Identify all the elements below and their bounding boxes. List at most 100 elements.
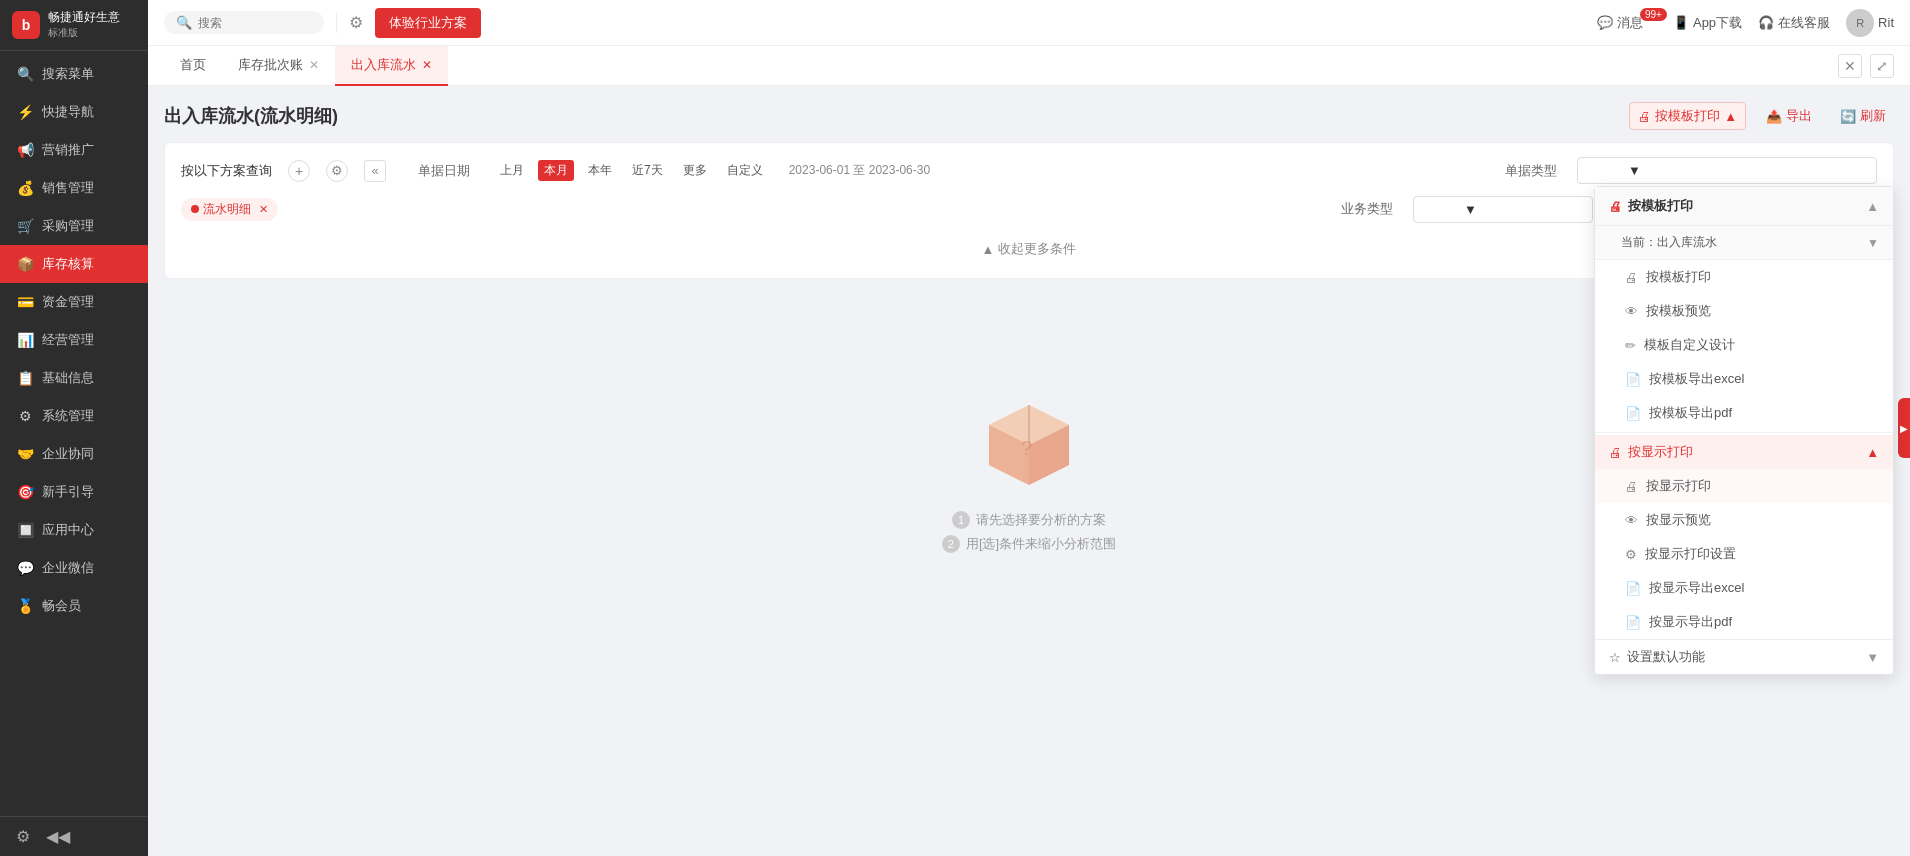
- date-range-display: 2023-06-01 至 2023-06-30: [789, 162, 930, 179]
- sidebar-item-operations[interactable]: 📊 经营管理: [0, 321, 148, 359]
- app-download-button[interactable]: 📱 App下载: [1673, 14, 1742, 32]
- chevron-up-icon: ▲: [1724, 109, 1737, 124]
- topbar-search-box[interactable]: 🔍: [164, 11, 324, 34]
- tab-expand-btn[interactable]: ⤢: [1870, 54, 1894, 78]
- date-shortcut-last-month[interactable]: 上月: [494, 160, 530, 181]
- system-nav-icon: ⚙: [16, 407, 34, 425]
- refresh-button[interactable]: 🔄 刷新: [1832, 103, 1894, 129]
- hint-text-2: 用[选]条件来缩小分析范围: [966, 535, 1116, 553]
- sidebar-item-search[interactable]: 🔍 搜索菜单: [0, 55, 148, 93]
- tab-flow[interactable]: 出入库流水 ✕: [335, 46, 448, 86]
- preview-icon: 👁: [1625, 304, 1638, 319]
- settings-bottom-icon[interactable]: ⚙: [16, 827, 30, 846]
- purchase-nav-icon: 🛒: [16, 217, 34, 235]
- user-initial: R: [1856, 17, 1864, 29]
- sidebar-item-finance[interactable]: 💳 资金管理: [0, 283, 148, 321]
- current-label: 当前：出入库流水: [1621, 234, 1717, 251]
- sidebar-item-inventory[interactable]: 📦 库存核算: [0, 245, 148, 283]
- sidebar: b 畅捷通好生意 标准版 🔍 搜索菜单 ⚡ 快捷导航 📢 营销推广 💰 销售管理…: [0, 0, 148, 856]
- search-nav-icon: 🔍: [16, 65, 34, 83]
- doc-type-select[interactable]: ▼: [1577, 157, 1877, 184]
- customer-service-label: 在线客服: [1778, 14, 1830, 32]
- page-content: 出入库流水(流水明细) 🖨 按模板打印 ▲ 📤 导出 🔄 刷新: [148, 86, 1910, 856]
- page-title: 出入库流水(流水明细): [164, 104, 338, 128]
- filter-collapse-button[interactable]: «: [364, 160, 386, 182]
- tab-close-all-btn[interactable]: ✕: [1838, 54, 1862, 78]
- template-export-excel-item[interactable]: 📄 按模板导出excel: [1595, 362, 1893, 396]
- dropdown-footer[interactable]: ☆ 设置默认功能 ▼: [1595, 639, 1893, 674]
- search-input[interactable]: [198, 16, 312, 30]
- template-preview-item[interactable]: 👁 按模板预览: [1595, 294, 1893, 328]
- date-shortcut-this-year[interactable]: 本年: [582, 160, 618, 181]
- display-print-item[interactable]: 🖨 按显示打印: [1595, 469, 1893, 503]
- display-preview-item[interactable]: 👁 按显示预览: [1595, 503, 1893, 537]
- filter-tag-close[interactable]: ✕: [259, 203, 268, 216]
- apps-nav-icon: 🔲: [16, 521, 34, 539]
- print-template-label: 按模板打印: [1655, 107, 1720, 125]
- print-template-button[interactable]: 🖨 按模板打印 ▲: [1629, 102, 1746, 130]
- default-function-label: 设置默认功能: [1627, 648, 1705, 666]
- filter-tag[interactable]: 流水明细 ✕: [181, 198, 278, 221]
- display-export-excel-item[interactable]: 📄 按显示导出excel: [1595, 571, 1893, 605]
- page-header: 出入库流水(流水明细) 🖨 按模板打印 ▲ 📤 导出 🔄 刷新: [164, 102, 1894, 130]
- sidebar-item-member[interactable]: 🏅 畅会员: [0, 587, 148, 625]
- user-avatar-area[interactable]: R Rit: [1846, 9, 1894, 37]
- topbar-divider: [336, 13, 337, 33]
- tab-flow-close[interactable]: ✕: [422, 59, 432, 71]
- empty-hint-1: 1 请先选择要分析的方案: [952, 511, 1106, 529]
- message-button[interactable]: 💬 消息 99+: [1597, 14, 1657, 32]
- filter-add-button[interactable]: +: [288, 160, 310, 182]
- sidebar-item-guide[interactable]: 🎯 新手引导: [0, 473, 148, 511]
- sidebar-item-system[interactable]: ⚙ 系统管理: [0, 397, 148, 435]
- sidebar-item-purchase[interactable]: 🛒 采购管理: [0, 207, 148, 245]
- topbar-gear-icon[interactable]: ⚙: [349, 13, 363, 32]
- export-button[interactable]: 📤 导出: [1758, 103, 1820, 129]
- right-edge-collapse-btn[interactable]: ▶: [1898, 398, 1910, 458]
- hint-number-2: 2: [942, 535, 960, 553]
- trial-button[interactable]: 体验行业方案: [375, 8, 481, 38]
- sidebar-item-shortcut[interactable]: ⚡ 快捷导航: [0, 93, 148, 131]
- template-custom-item[interactable]: ✏ 模板自定义设计: [1595, 328, 1893, 362]
- date-shortcut-this-month[interactable]: 本月: [538, 160, 574, 181]
- display-export-pdf-item[interactable]: 📄 按显示导出pdf: [1595, 605, 1893, 639]
- sidebar-item-basics[interactable]: 📋 基础信息: [0, 359, 148, 397]
- date-shortcut-more[interactable]: 更多: [677, 160, 713, 181]
- tab-batch[interactable]: 库存批次账 ✕: [222, 46, 335, 86]
- app-edition: 标准版: [48, 26, 120, 40]
- sidebar-item-marketing[interactable]: 📢 营销推广: [0, 131, 148, 169]
- display-print-section[interactable]: 🖨 按显示打印 ▲: [1595, 435, 1893, 469]
- app-logo-icon: b: [12, 11, 40, 39]
- date-shortcut-7days[interactable]: 近7天: [626, 160, 669, 181]
- tab-batch-close[interactable]: ✕: [309, 59, 319, 71]
- collapse-sidebar-icon[interactable]: ◀◀: [46, 827, 70, 846]
- sidebar-item-collab[interactable]: 🤝 企业协同: [0, 435, 148, 473]
- pdf-icon: 📄: [1625, 406, 1641, 421]
- sidebar-item-label: 销售管理: [42, 179, 94, 197]
- customer-service-button[interactable]: 🎧 在线客服: [1758, 14, 1830, 32]
- display-print-settings-item[interactable]: ⚙ 按显示打印设置: [1595, 537, 1893, 571]
- filter-title: 按以下方案查询: [181, 162, 272, 180]
- sidebar-bottom: ⚙ ◀◀: [0, 816, 148, 856]
- sidebar-item-sales[interactable]: 💰 销售管理: [0, 169, 148, 207]
- basics-nav-icon: 📋: [16, 369, 34, 387]
- search-icon: 🔍: [176, 15, 192, 30]
- refresh-icon: 🔄: [1840, 109, 1856, 124]
- sidebar-item-wechat[interactable]: 💬 企业微信: [0, 549, 148, 587]
- tab-home[interactable]: 首页: [164, 46, 222, 86]
- doc-type-chevron: ▼: [1628, 163, 1641, 178]
- filter-tag-label: 流水明细: [203, 201, 251, 218]
- display-excel-icon: 📄: [1625, 581, 1641, 596]
- template-export-pdf-item[interactable]: 📄 按模板导出pdf: [1595, 396, 1893, 430]
- wechat-nav-icon: 💬: [16, 559, 34, 577]
- sidebar-item-apps[interactable]: 🔲 应用中心: [0, 511, 148, 549]
- sidebar-item-label: 企业微信: [42, 559, 94, 577]
- filter-gear-button[interactable]: ⚙: [326, 160, 348, 182]
- hint-number-1: 1: [952, 511, 970, 529]
- dropdown-arrow-up[interactable]: ▲: [1866, 199, 1879, 214]
- date-shortcut-custom[interactable]: 自定义: [721, 160, 769, 181]
- current-arrow-down[interactable]: ▼: [1867, 236, 1879, 250]
- printer-icon: 🖨: [1625, 270, 1638, 285]
- dropdown-divider-1: [1595, 432, 1893, 433]
- biz-type-select[interactable]: ▼: [1413, 196, 1593, 223]
- template-print-item[interactable]: 🖨 按模板打印: [1595, 260, 1893, 294]
